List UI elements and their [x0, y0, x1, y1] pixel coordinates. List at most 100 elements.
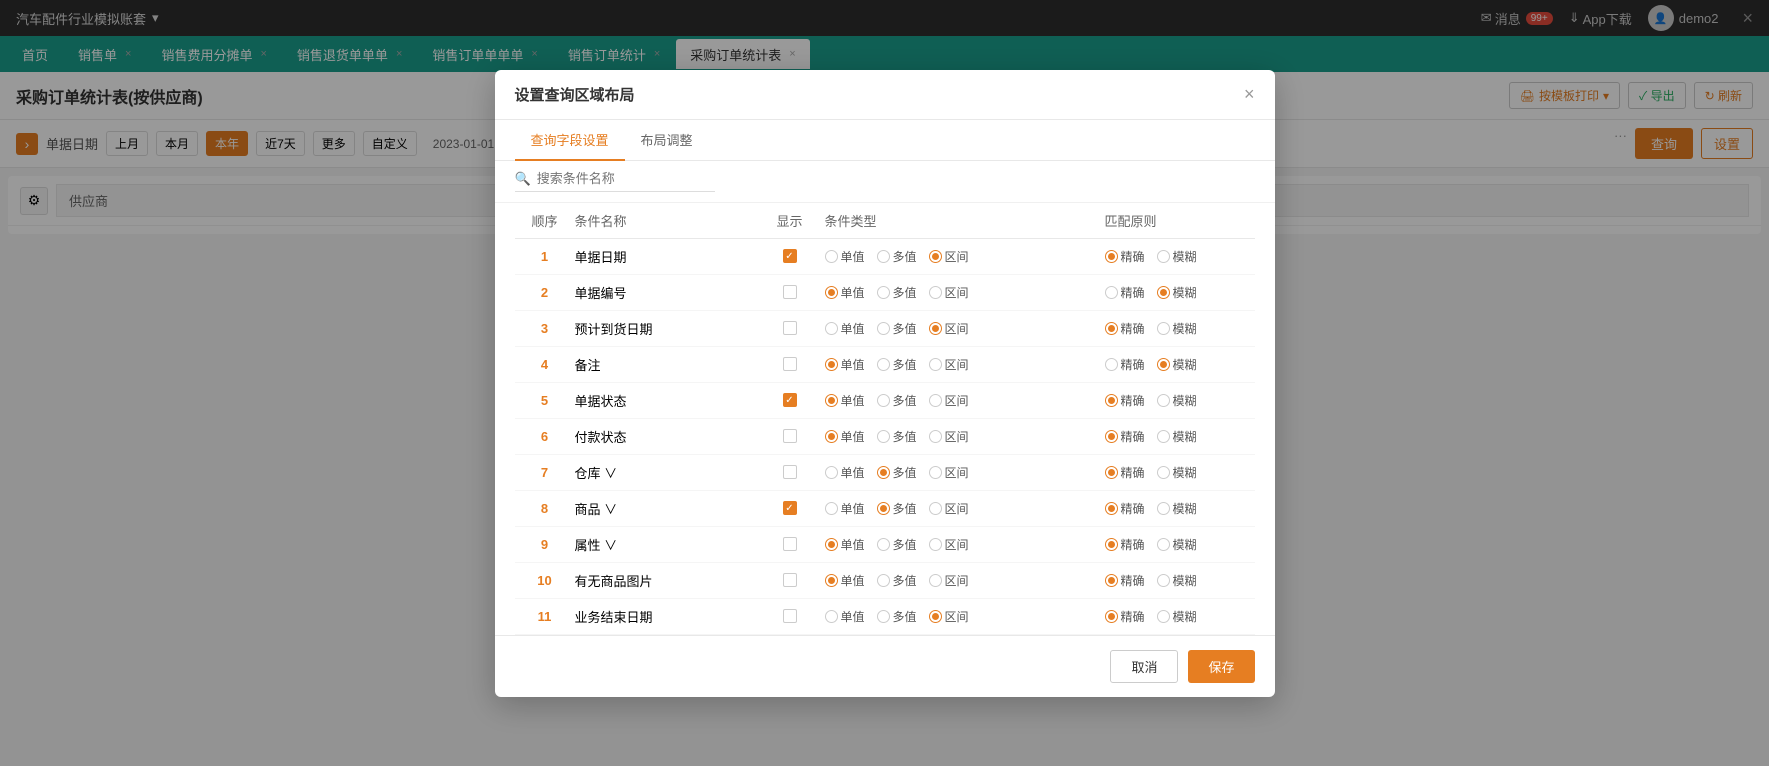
col-header-num: 顺序	[515, 211, 575, 230]
display-checkbox-3[interactable]	[783, 357, 797, 371]
type-radio-7-多值[interactable]: 多值	[877, 500, 917, 517]
type-radio-8-多值[interactable]: 多值	[877, 536, 917, 553]
row-type-7: 单值多值区间	[825, 500, 1105, 517]
table-row: 2单据编号单值多值区间精确模糊	[515, 275, 1255, 311]
match-radio-8-精确[interactable]: 精确	[1105, 536, 1145, 553]
match-radio-8-模糊[interactable]: 模糊	[1157, 536, 1197, 553]
match-radio-7-精确[interactable]: 精确	[1105, 500, 1145, 517]
display-checkbox-0[interactable]	[783, 249, 797, 263]
match-radio-3-模糊[interactable]: 模糊	[1157, 356, 1197, 373]
row-type-2: 单值多值区间	[825, 320, 1105, 337]
row-name-4: 单据状态	[575, 391, 755, 410]
match-radio-6-精确[interactable]: 精确	[1105, 464, 1145, 481]
match-radio-1-精确[interactable]: 精确	[1105, 284, 1145, 301]
row-num-0: 1	[515, 249, 575, 264]
type-radio-7-单值[interactable]: 单值	[825, 500, 865, 517]
dialog-footer: 取消 保存	[495, 635, 1275, 697]
type-radio-5-单值[interactable]: 单值	[825, 428, 865, 445]
row-display-8	[755, 537, 825, 551]
type-radio-9-单值[interactable]: 单值	[825, 572, 865, 589]
row-type-4: 单值多值区间	[825, 392, 1105, 409]
row-num-2: 3	[515, 321, 575, 336]
row-num-6: 7	[515, 465, 575, 480]
match-radio-2-精确[interactable]: 精确	[1105, 320, 1145, 337]
match-radio-3-精确[interactable]: 精确	[1105, 356, 1145, 373]
type-radio-4-区间[interactable]: 区间	[929, 392, 969, 409]
type-radio-2-区间[interactable]: 区间	[929, 320, 969, 337]
type-radio-1-区间[interactable]: 区间	[929, 284, 969, 301]
row-match-2: 精确模糊	[1105, 320, 1275, 337]
type-radio-1-单值[interactable]: 单值	[825, 284, 865, 301]
type-radio-7-区间[interactable]: 区间	[929, 500, 969, 517]
table-header-row: 顺序 条件名称 显示 条件类型 匹配原则	[515, 203, 1255, 239]
type-radio-5-区间[interactable]: 区间	[929, 428, 969, 445]
table-row: 11业务结束日期单值多值区间精确模糊	[515, 599, 1255, 635]
row-name-0: 单据日期	[575, 247, 755, 266]
display-checkbox-7[interactable]	[783, 501, 797, 515]
dialog-tab-layout[interactable]: 布局调整	[625, 120, 709, 161]
type-radio-4-单值[interactable]: 单值	[825, 392, 865, 409]
display-checkbox-6[interactable]	[783, 465, 797, 479]
type-radio-6-单值[interactable]: 单值	[825, 464, 865, 481]
display-checkbox-10[interactable]	[783, 609, 797, 623]
type-radio-3-单值[interactable]: 单值	[825, 356, 865, 373]
settings-dialog: 设置查询区域布局 × 查询字段设置 布局调整 🔍 顺序 条件名称	[495, 70, 1275, 697]
display-checkbox-5[interactable]	[783, 429, 797, 443]
save-button[interactable]: 保存	[1188, 650, 1254, 683]
table-row: 9属性 ∨单值多值区间精确模糊	[515, 527, 1255, 563]
type-radio-3-区间[interactable]: 区间	[929, 356, 969, 373]
type-radio-6-多值[interactable]: 多值	[877, 464, 917, 481]
search-input[interactable]	[537, 171, 697, 186]
row-type-8: 单值多值区间	[825, 536, 1105, 553]
row-match-5: 精确模糊	[1105, 428, 1275, 445]
match-radio-2-模糊[interactable]: 模糊	[1157, 320, 1197, 337]
type-radio-10-区间[interactable]: 区间	[929, 608, 969, 625]
type-radio-1-多值[interactable]: 多值	[877, 284, 917, 301]
match-radio-5-模糊[interactable]: 模糊	[1157, 428, 1197, 445]
type-radio-8-区间[interactable]: 区间	[929, 536, 969, 553]
row-num-7: 8	[515, 501, 575, 516]
match-radio-7-模糊[interactable]: 模糊	[1157, 500, 1197, 517]
match-radio-4-模糊[interactable]: 模糊	[1157, 392, 1197, 409]
type-radio-6-区间[interactable]: 区间	[929, 464, 969, 481]
match-radio-10-模糊[interactable]: 模糊	[1157, 608, 1197, 625]
row-display-1	[755, 285, 825, 299]
match-radio-6-模糊[interactable]: 模糊	[1157, 464, 1197, 481]
match-radio-4-精确[interactable]: 精确	[1105, 392, 1145, 409]
match-radio-0-精确[interactable]: 精确	[1105, 248, 1145, 265]
type-radio-2-单值[interactable]: 单值	[825, 320, 865, 337]
type-radio-8-单值[interactable]: 单值	[825, 536, 865, 553]
cancel-button[interactable]: 取消	[1110, 650, 1178, 683]
type-radio-0-区间[interactable]: 区间	[929, 248, 969, 265]
type-radio-5-多值[interactable]: 多值	[877, 428, 917, 445]
display-checkbox-9[interactable]	[783, 573, 797, 587]
display-checkbox-1[interactable]	[783, 285, 797, 299]
match-radio-5-精确[interactable]: 精确	[1105, 428, 1145, 445]
row-match-8: 精确模糊	[1105, 536, 1275, 553]
match-radio-0-模糊[interactable]: 模糊	[1157, 248, 1197, 265]
row-num-4: 5	[515, 393, 575, 408]
row-display-7	[755, 501, 825, 515]
type-radio-10-多值[interactable]: 多值	[877, 608, 917, 625]
type-radio-0-多值[interactable]: 多值	[877, 248, 917, 265]
match-radio-9-精确[interactable]: 精确	[1105, 572, 1145, 589]
row-match-6: 精确模糊	[1105, 464, 1275, 481]
type-radio-10-单值[interactable]: 单值	[825, 608, 865, 625]
match-radio-9-模糊[interactable]: 模糊	[1157, 572, 1197, 589]
display-checkbox-4[interactable]	[783, 393, 797, 407]
row-name-9: 有无商品图片	[575, 571, 755, 590]
row-match-4: 精确模糊	[1105, 392, 1275, 409]
dialog-close-button[interactable]: ×	[1244, 85, 1255, 103]
match-radio-10-精确[interactable]: 精确	[1105, 608, 1145, 625]
type-radio-0-单值[interactable]: 单值	[825, 248, 865, 265]
display-checkbox-8[interactable]	[783, 537, 797, 551]
type-radio-3-多值[interactable]: 多值	[877, 356, 917, 373]
type-radio-2-多值[interactable]: 多值	[877, 320, 917, 337]
type-radio-9-区间[interactable]: 区间	[929, 572, 969, 589]
display-checkbox-2[interactable]	[783, 321, 797, 335]
dialog-tab-fields[interactable]: 查询字段设置	[515, 120, 625, 161]
type-radio-9-多值[interactable]: 多值	[877, 572, 917, 589]
match-radio-1-模糊[interactable]: 模糊	[1157, 284, 1197, 301]
type-radio-4-多值[interactable]: 多值	[877, 392, 917, 409]
table-row: 4备注单值多值区间精确模糊	[515, 347, 1255, 383]
